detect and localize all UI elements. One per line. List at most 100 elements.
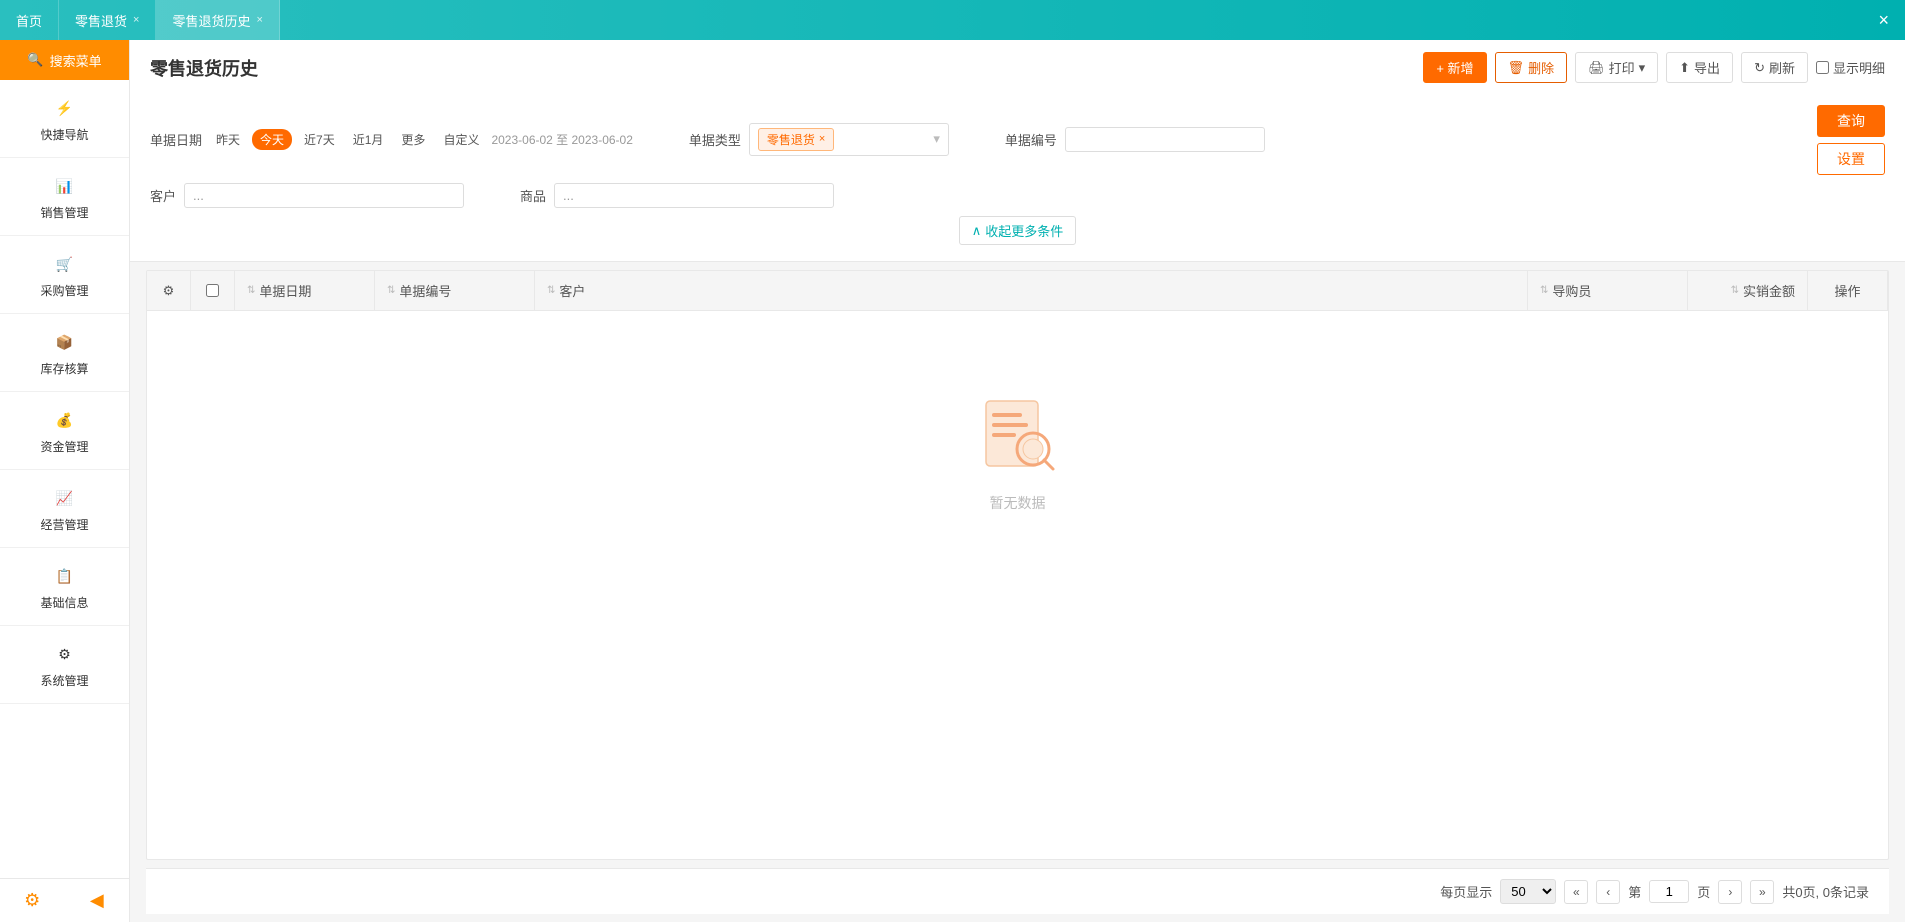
- empty-state: 暂无数据: [147, 311, 1888, 593]
- sort-customer-icon[interactable]: ⇅: [547, 285, 555, 296]
- type-filter-remove[interactable]: ×: [819, 133, 825, 145]
- sidebar-item-quick-nav[interactable]: ⚡ 快捷导航: [0, 80, 129, 158]
- date-btn-yesterday[interactable]: 昨天: [210, 129, 246, 150]
- date-filter-label: 单据日期: [150, 130, 202, 149]
- customer-filter-label: 客户: [150, 186, 176, 205]
- sidebar-item-operations[interactable]: 📈 经营管理: [0, 470, 129, 548]
- sort-amount-icon[interactable]: ⇅: [1731, 285, 1739, 296]
- print-btn[interactable]: 🖨 打印 ▾: [1575, 52, 1658, 83]
- window-close-btn[interactable]: ×: [1862, 10, 1905, 31]
- collapse-icon: ∧: [972, 223, 982, 239]
- sidebar-items: ⚡ 快捷导航 📊 销售管理 🛒 采购管理 📦 库存核算 💰 资金管理 📈: [0, 80, 129, 878]
- sidebar-item-basic-info[interactable]: 📋 基础信息: [0, 548, 129, 626]
- th-bill-no: ⇅ 单据编号: [375, 271, 535, 310]
- goods-filter-select[interactable]: ...: [554, 183, 834, 208]
- type-filter-select[interactable]: 零售退货 × ▾: [749, 123, 949, 156]
- refresh-icon: ↻: [1754, 60, 1765, 76]
- sort-date-icon[interactable]: ⇅: [247, 285, 255, 296]
- last-page-btn[interactable]: »: [1750, 880, 1774, 904]
- tab-retail-return[interactable]: 零售退货 ×: [59, 0, 156, 40]
- page-unit: 页: [1697, 882, 1710, 901]
- prev-page-btn[interactable]: ‹: [1596, 880, 1620, 904]
- page-input[interactable]: [1649, 880, 1689, 903]
- page-header: 零售退货历史 + 新增 🗑 删除 🖨 打印 ▾: [130, 40, 1905, 262]
- sidebar-search[interactable]: 🔍 搜索菜单: [0, 40, 129, 80]
- tab-bar: 首页 零售退货 × 零售退货历史 ×: [0, 0, 1862, 40]
- goods-placeholder: ...: [563, 188, 574, 203]
- sidebar-item-label-0: 快捷导航: [40, 126, 88, 143]
- operations-icon: 📈: [51, 484, 79, 512]
- show-detail-checkbox[interactable]: [1816, 61, 1829, 74]
- delete-icon: 🗑: [1508, 60, 1525, 76]
- sidebar-search-label: 搜索菜单: [50, 51, 102, 70]
- export-btn[interactable]: ⬆ 导出: [1666, 52, 1733, 83]
- th-guide: ⇅ 导购员: [1528, 271, 1688, 310]
- tab-retail-return-history[interactable]: 零售退货历史 ×: [156, 0, 279, 40]
- sidebar-item-finance[interactable]: 💰 资金管理: [0, 392, 129, 470]
- billno-filter-input[interactable]: [1065, 127, 1265, 152]
- sidebar-item-label-3: 库存核算: [40, 360, 88, 377]
- main-layout: 🔍 搜索菜单 ⚡ 快捷导航 📊 销售管理 🛒 采购管理 📦 库存核算 💰: [0, 40, 1905, 922]
- delete-btn[interactable]: 🗑 删除: [1495, 52, 1568, 83]
- th-gear[interactable]: ⚙: [147, 271, 191, 310]
- filter-area: 单据日期 昨天 今天 近7天 近1月 更多 自定义 2023-06-02 至 2…: [150, 95, 1885, 261]
- show-detail-checkbox-label[interactable]: 显示明细: [1816, 58, 1885, 77]
- empty-icon: [968, 391, 1068, 481]
- sidebar: 🔍 搜索菜单 ⚡ 快捷导航 📊 销售管理 🛒 采购管理 📦 库存核算 💰: [0, 40, 130, 922]
- date-filter-item: 单据日期 昨天 今天 近7天 近1月 更多 自定义 2023-06-02 至 2…: [150, 129, 633, 150]
- empty-text: 暂无数据: [990, 493, 1046, 513]
- customer-filter-select[interactable]: ...: [184, 183, 464, 208]
- tab-retail-return-history-close[interactable]: ×: [256, 14, 262, 26]
- select-all-checkbox[interactable]: [206, 284, 219, 297]
- tab-home[interactable]: 首页: [0, 0, 59, 40]
- date-btn-custom[interactable]: 自定义: [437, 129, 485, 150]
- per-page-select[interactable]: 50 100 200: [1500, 879, 1556, 904]
- top-bar: 首页 零售退货 × 零售退货历史 × ×: [0, 0, 1905, 40]
- type-filter-item: 单据类型 零售退货 × ▾: [689, 123, 949, 156]
- sidebar-settings-btn[interactable]: ⚙: [0, 879, 65, 922]
- table-header: ⚙ ⇅ 单据日期 ⇅ 单据编号 ⇅ 客户: [147, 271, 1888, 311]
- sidebar-item-system[interactable]: ⚙ 系统管理: [0, 626, 129, 704]
- type-filter-label: 单据类型: [689, 130, 741, 149]
- first-page-btn[interactable]: «: [1564, 880, 1588, 904]
- th-customer: ⇅ 客户: [535, 271, 1528, 310]
- per-page-label: 每页显示: [1440, 882, 1492, 901]
- sidebar-item-label-5: 经营管理: [40, 516, 88, 533]
- refresh-btn[interactable]: ↻ 刷新: [1741, 52, 1808, 83]
- sidebar-item-sales[interactable]: 📊 销售管理: [0, 158, 129, 236]
- sidebar-collapse-btn[interactable]: ◀: [65, 879, 130, 922]
- date-btn-1month[interactable]: 近1月: [347, 129, 390, 150]
- type-dropdown-icon: ▾: [933, 131, 940, 147]
- print-icon: 🖨: [1588, 60, 1605, 76]
- tab-retail-return-close[interactable]: ×: [133, 14, 139, 26]
- th-actions: 操作: [1808, 271, 1888, 310]
- billno-filter-label: 单据编号: [1005, 130, 1057, 149]
- table-container: ⚙ ⇅ 单据日期 ⇅ 单据编号 ⇅ 客户: [146, 270, 1889, 860]
- table-footer: 每页显示 50 100 200 « ‹ 第 页 › » 共0页, 0条记录: [146, 868, 1889, 914]
- next-page-btn[interactable]: ›: [1718, 880, 1742, 904]
- right-action-panel: 查询 设置: [1817, 105, 1885, 175]
- page-header-top: 零售退货历史 + 新增 🗑 删除 🖨 打印 ▾: [150, 52, 1885, 83]
- date-btn-more[interactable]: 更多: [395, 129, 431, 150]
- customer-filter-item: 客户 ...: [150, 183, 464, 208]
- sidebar-item-purchase[interactable]: 🛒 采购管理: [0, 236, 129, 314]
- content-area: 零售退货历史 + 新增 🗑 删除 🖨 打印 ▾: [130, 40, 1905, 922]
- sort-billno-icon[interactable]: ⇅: [387, 285, 395, 296]
- finance-icon: 💰: [51, 406, 79, 434]
- sidebar-item-inventory[interactable]: 📦 库存核算: [0, 314, 129, 392]
- new-btn[interactable]: + 新增: [1423, 52, 1486, 83]
- date-btn-today[interactable]: 今天: [252, 129, 292, 150]
- th-checkbox[interactable]: [191, 271, 235, 310]
- date-filter: 昨天 今天 近7天 近1月 更多 自定义 2023-06-02 至 2023-0…: [210, 129, 633, 150]
- type-filter-tag: 零售退货 ×: [758, 128, 834, 151]
- search-icon: 🔍: [27, 52, 43, 68]
- settings-btn[interactable]: 设置: [1817, 143, 1885, 175]
- date-btn-7days[interactable]: 近7天: [298, 129, 341, 150]
- print-dropdown-icon: ▾: [1639, 60, 1646, 76]
- toolbar: + 新增 🗑 删除 🖨 打印 ▾ ⬆ 导出: [1423, 52, 1885, 83]
- collapse-btn[interactable]: ∧ 收起更多条件: [959, 216, 1077, 245]
- export-icon: ⬆: [1679, 60, 1690, 76]
- sidebar-item-label-1: 销售管理: [40, 204, 88, 221]
- query-btn[interactable]: 查询: [1817, 105, 1885, 137]
- sort-guide-icon[interactable]: ⇅: [1540, 285, 1548, 296]
